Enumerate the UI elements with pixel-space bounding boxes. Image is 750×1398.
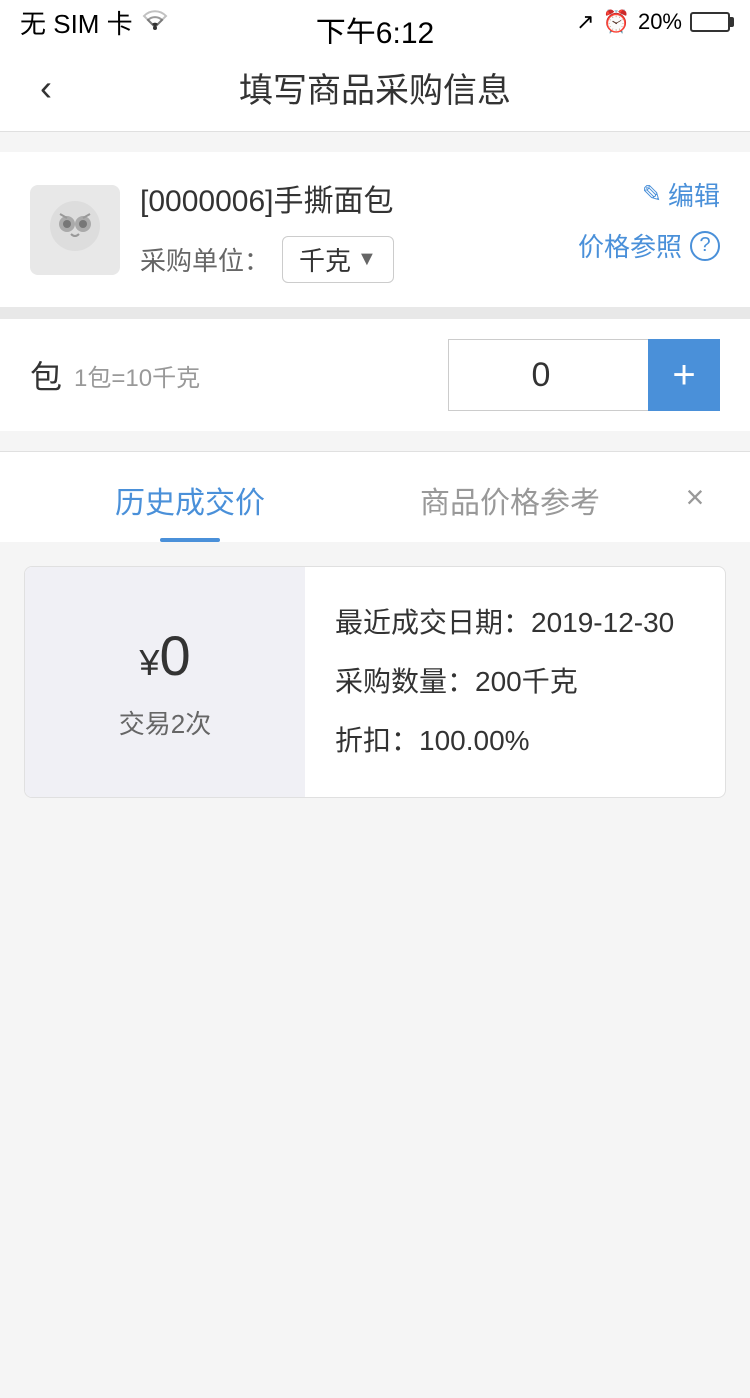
discount-label: 折扣： [335, 725, 419, 756]
price-ref-button[interactable]: 价格参照 ? [578, 227, 720, 264]
section-divider [0, 307, 750, 319]
page-title: 填写商品采购信息 [239, 63, 511, 112]
history-price-value: ¥0 [139, 623, 190, 688]
carrier-text: 无 SIM 卡 [20, 4, 133, 41]
back-icon: ‹ [40, 67, 52, 108]
product-thumbnail-icon [45, 196, 105, 263]
close-icon: × [686, 479, 705, 516]
quantity-plus-button[interactable]: + [648, 339, 720, 411]
discount-row: 折扣：100.00% [335, 721, 695, 760]
quantity-conversion: 1包=10千克 [74, 358, 200, 393]
price-ref-label: 价格参照 [578, 227, 682, 264]
unit-label: 采购单位： [140, 241, 270, 278]
battery-icon [690, 12, 730, 32]
price-ref-right: ✎ 编辑 价格参照 ? [578, 176, 720, 264]
product-name: [0000006]手撕面包 [140, 176, 394, 220]
product-image [30, 185, 120, 275]
history-price-card: ¥0 交易2次 最近成交日期：2019-12-30 采购数量：200千克 折扣：… [24, 566, 726, 798]
quantity-control: + [448, 339, 720, 411]
status-right: ↗ ⏰ 20% [576, 9, 730, 35]
purchase-qty-value: 200千克 [475, 666, 578, 697]
product-header: [0000006]手撕面包 采购单位： 千克 ▼ ✎ 编辑 价格参照 ? [30, 176, 720, 283]
status-left: 无 SIM 卡 [20, 4, 169, 41]
alarm-icon: ⏰ [603, 9, 630, 35]
battery-percent: 20% [638, 9, 682, 35]
quantity-unit: 包 [30, 352, 62, 398]
status-bar: 无 SIM 卡 下午6:12 ↗ ⏰ 20% [0, 0, 750, 44]
recent-date-value: 2019-12-30 [531, 607, 674, 638]
unit-value: 千克 [299, 241, 351, 278]
quantity-label: 包 1包=10千克 [30, 352, 200, 398]
info-circle-icon: ? [690, 231, 720, 261]
purchase-qty-label: 采购数量： [335, 666, 475, 697]
product-unit-row: 采购单位： 千克 ▼ [140, 236, 394, 283]
currency-symbol: ¥ [139, 642, 159, 683]
bottom-space [0, 798, 750, 1398]
trade-count: 交易2次 [119, 704, 211, 741]
wifi-icon [141, 7, 169, 38]
product-left: [0000006]手撕面包 采购单位： 千克 ▼ [30, 176, 394, 283]
history-price-left: ¥0 交易2次 [25, 567, 305, 797]
plus-icon: + [672, 353, 695, 398]
tab-history-label: 历史成交价 [115, 487, 265, 520]
tab-product-price-ref[interactable]: 商品价格参考 [350, 452, 670, 542]
nav-bar: ‹ 填写商品采购信息 [0, 44, 750, 132]
close-tab-button[interactable]: × [670, 472, 720, 522]
quantity-input[interactable] [448, 339, 648, 411]
location-icon: ↗ [576, 9, 594, 35]
recent-date-label: 最近成交日期： [335, 607, 531, 638]
history-detail-right: 最近成交日期：2019-12-30 采购数量：200千克 折扣：100.00% [305, 567, 725, 797]
edit-label: 编辑 [668, 176, 720, 213]
unit-select-dropdown[interactable]: 千克 ▼ [282, 236, 394, 283]
tabs-container: 历史成交价 商品价格参考 × [0, 451, 750, 542]
recent-date-row: 最近成交日期：2019-12-30 [335, 603, 695, 642]
tab-price-ref-label: 商品价格参考 [420, 487, 600, 520]
tab-history-price[interactable]: 历史成交价 [30, 452, 350, 542]
product-info: [0000006]手撕面包 采购单位： 千克 ▼ [140, 176, 394, 283]
edit-button[interactable]: ✎ 编辑 [642, 176, 720, 213]
edit-icon: ✎ [642, 180, 662, 209]
dropdown-arrow-icon: ▼ [357, 248, 377, 271]
purchase-qty-row: 采购数量：200千克 [335, 662, 695, 701]
discount-value: 100.00% [419, 725, 530, 756]
quantity-row: 包 1包=10千克 + [0, 319, 750, 431]
product-card: [0000006]手撕面包 采购单位： 千克 ▼ ✎ 编辑 价格参照 ? [0, 152, 750, 307]
back-button[interactable]: ‹ [30, 57, 62, 119]
